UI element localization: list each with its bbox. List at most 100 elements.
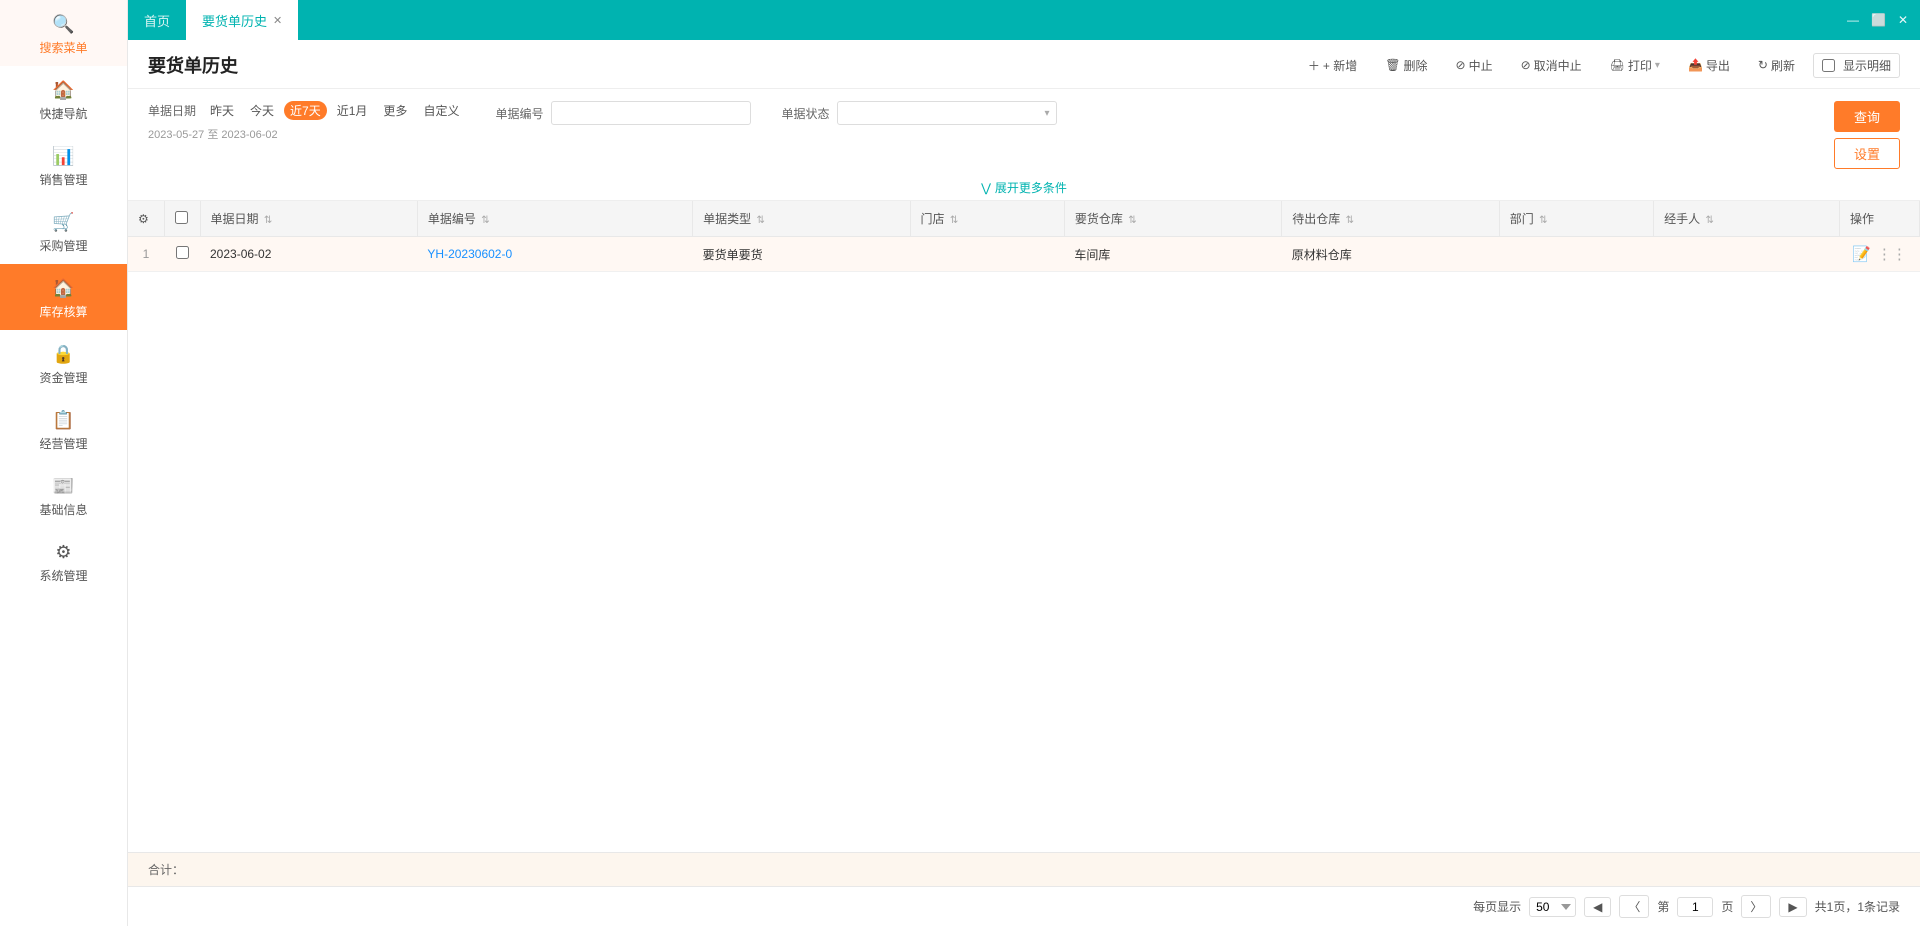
col-doc-type[interactable]: 单据类型 ⇅ <box>693 201 910 237</box>
total-info: 共1页，1条记录 <box>1815 898 1900 915</box>
maximize-button[interactable]: ⬜ <box>1867 11 1890 29</box>
col-dept[interactable]: 部门 ⇅ <box>1499 201 1653 237</box>
col-handler[interactable]: 经手人 ⇅ <box>1654 201 1840 237</box>
sidebar-item-basic-info[interactable]: 📰 基础信息 <box>0 462 127 528</box>
basic-info-icon: 📰 <box>52 476 74 497</box>
finance-icon: 🔒 <box>52 344 74 365</box>
col-settings[interactable]: ⚙ <box>128 201 164 237</box>
col-store[interactable]: 门店 ⇅ <box>910 201 1064 237</box>
quick-nav-icon: 🏠 <box>52 80 74 101</box>
date-shortcut-custom[interactable]: 自定义 <box>417 101 465 120</box>
page-input[interactable] <box>1677 897 1713 917</box>
suspend-icon: ⊘ <box>1456 58 1466 72</box>
sidebar-item-label: 销售管理 <box>39 171 87 188</box>
col-ops: 操作 <box>1840 201 1920 237</box>
sidebar-item-purchase-mgmt[interactable]: 🛒 采购管理 <box>0 198 127 264</box>
sidebar-item-label: 搜索菜单 <box>39 39 87 56</box>
main-area: 首页 要货单历史 ✕ — ⬜ ✕ 要货单历史 ＋ + 新增 🗑 删除 <box>128 0 1920 926</box>
date-shortcut-7days[interactable]: 近7天 <box>284 101 327 120</box>
query-button[interactable]: 查询 <box>1834 101 1900 132</box>
tab-requisition-history[interactable]: 要货单历史 ✕ <box>186 0 298 40</box>
prev-page-button[interactable]: 〈 <box>1619 895 1649 918</box>
sort-icon-doc-number: ⇅ <box>481 215 489 226</box>
date-shortcuts: 昨天 今天 近7天 近1月 更多 自定义 <box>204 101 465 120</box>
row-dept <box>1499 237 1653 272</box>
table-area: ⚙ 单据日期 ⇅ 单据编号 ⇅ 单据类型 <box>128 201 1920 852</box>
print-dropdown-icon: ▾ <box>1655 60 1660 71</box>
doc-status-dropdown-icon: ▾ <box>1044 108 1049 119</box>
doc-number-input[interactable] <box>551 101 751 125</box>
sidebar-item-sales-mgmt[interactable]: 📊 销售管理 <box>0 132 127 198</box>
window-controls: — ⬜ ✕ <box>1843 11 1920 29</box>
col-checkbox[interactable] <box>164 201 200 237</box>
display-detail-toggle[interactable]: 显示明细 <box>1813 53 1900 78</box>
delete-button[interactable]: 🗑 删除 <box>1375 53 1437 78</box>
table-footer-summary: 合计： <box>128 852 1920 886</box>
settings-button[interactable]: 设置 <box>1834 138 1900 169</box>
print-label: 打印 <box>1628 57 1652 74</box>
minimize-button[interactable]: — <box>1843 11 1863 29</box>
date-shortcut-yesterday[interactable]: 昨天 <box>204 101 240 120</box>
sidebar-item-label: 库存核算 <box>39 303 87 320</box>
row-doc-date: 2023-06-02 <box>200 237 417 272</box>
sidebar-item-search-menu[interactable]: 🔍 搜索菜单 <box>0 0 127 66</box>
per-page-label: 每页显示 <box>1473 898 1521 915</box>
last-page-button[interactable]: ▶ <box>1779 897 1806 917</box>
data-table: ⚙ 单据日期 ⇅ 单据编号 ⇅ 单据类型 <box>128 201 1920 272</box>
export-icon: 📤 <box>1688 58 1703 72</box>
date-filter-group: 单据日期 昨天 今天 近7天 近1月 更多 自定义 2023-05-27 至 2… <box>148 101 465 142</box>
cancel-suspend-icon: ⊘ <box>1521 58 1531 72</box>
doc-number-label: 单据编号 <box>495 105 543 122</box>
date-shortcut-1month[interactable]: 近1月 <box>331 101 374 120</box>
sidebar-item-quick-nav[interactable]: 🏠 快捷导航 <box>0 66 127 132</box>
page-label: 第 <box>1657 898 1669 915</box>
sort-icon-doc-date: ⇅ <box>264 215 272 226</box>
sidebar-item-label: 快捷导航 <box>39 105 87 122</box>
expand-more-icon: ⋁ <box>981 181 991 195</box>
delete-label: 删除 <box>1403 57 1427 74</box>
date-shortcut-today[interactable]: 今天 <box>244 101 280 120</box>
doc-status-input[interactable] <box>837 101 1057 125</box>
col-req-warehouse[interactable]: 要货仓库 ⇅ <box>1064 201 1281 237</box>
export-button[interactable]: 📤 导出 <box>1678 53 1740 78</box>
row-checkbox[interactable] <box>164 237 200 272</box>
suspend-button[interactable]: ⊘ 中止 <box>1446 53 1503 78</box>
sort-icon-handler: ⇅ <box>1705 215 1713 226</box>
table-header-row: ⚙ 单据日期 ⇅ 单据编号 ⇅ 单据类型 <box>128 201 1920 237</box>
inventory-icon: 🏠 <box>52 278 74 299</box>
col-doc-date[interactable]: 单据日期 ⇅ <box>200 201 417 237</box>
cancel-suspend-label: 取消中止 <box>1534 57 1582 74</box>
expand-more-button[interactable]: ⋁ 展开更多条件 <box>969 175 1079 200</box>
row-doc-number[interactable]: YH-20230602-0 <box>417 237 692 272</box>
sidebar-item-inventory[interactable]: 🏠 库存核算 <box>0 264 127 330</box>
first-page-button[interactable]: ◀ <box>1584 897 1611 917</box>
cancel-suspend-button[interactable]: ⊘ 取消中止 <box>1511 53 1592 78</box>
row-doc-type: 要货单要货 <box>693 237 910 272</box>
display-detail-checkbox[interactable] <box>1822 59 1835 72</box>
close-button[interactable]: ✕ <box>1894 11 1912 29</box>
new-button[interactable]: ＋ + 新增 <box>1298 53 1367 78</box>
tab-home[interactable]: 首页 <box>128 0 186 40</box>
sidebar-item-finance-mgmt[interactable]: 🔒 资金管理 <box>0 330 127 396</box>
sidebar-item-ops-mgmt[interactable]: 📋 经营管理 <box>0 396 127 462</box>
content-area: 要货单历史 ＋ + 新增 🗑 删除 ⊘ 中止 ⊘ 取消中止 <box>128 40 1920 926</box>
col-doc-number[interactable]: 单据编号 ⇅ <box>417 201 692 237</box>
sidebar-item-sys-mgmt[interactable]: ⚙ 系统管理 <box>0 528 127 594</box>
per-page-select[interactable]: 20 50 100 <box>1529 897 1576 917</box>
sidebar: 🔍 搜索菜单 🏠 快捷导航 📊 销售管理 🛒 采购管理 🏠 库存核算 🔒 资金管… <box>0 0 128 926</box>
select-all-checkbox[interactable] <box>175 211 188 224</box>
search-menu-icon: 🔍 <box>52 14 74 35</box>
date-shortcut-more[interactable]: 更多 <box>377 101 413 120</box>
suspend-label: 中止 <box>1469 57 1493 74</box>
sales-icon: 📊 <box>52 146 74 167</box>
sidebar-item-label: 经营管理 <box>39 435 87 452</box>
sort-icon-req-warehouse: ⇅ <box>1128 215 1136 226</box>
row-edit-icon[interactable]: 📝 <box>1852 245 1871 263</box>
refresh-button[interactable]: ↻ 刷新 <box>1748 53 1805 78</box>
next-page-button[interactable]: 〉 <box>1741 895 1771 918</box>
col-pending-warehouse[interactable]: 待出仓库 ⇅ <box>1282 201 1499 237</box>
row-more-icon[interactable]: ⋮⋮ <box>1877 245 1907 263</box>
print-button[interactable]: 🖨 打印 ▾ <box>1600 53 1670 78</box>
row-pending-warehouse: 原材料仓库 <box>1282 237 1499 272</box>
tab-close-icon[interactable]: ✕ <box>273 14 282 27</box>
